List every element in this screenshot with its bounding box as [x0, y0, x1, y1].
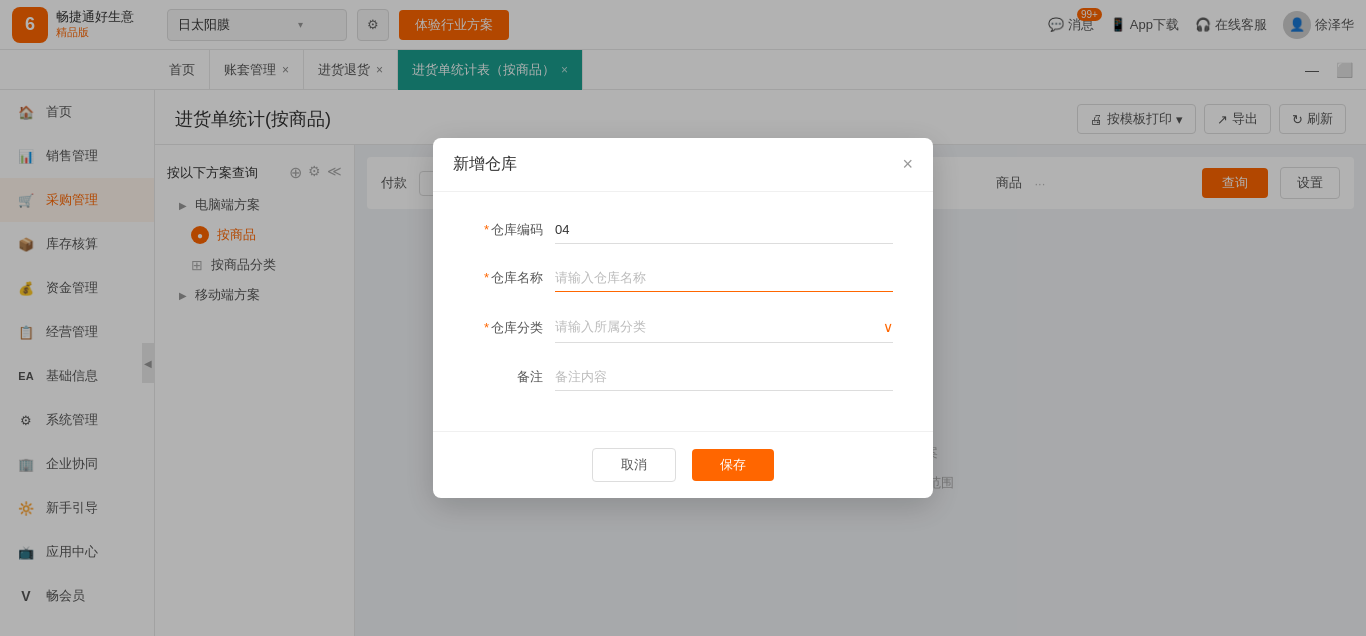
- modal-footer: 取消 保存: [433, 431, 933, 498]
- warehouse-code-label: *仓库编码: [473, 221, 543, 239]
- warehouse-name-label: *仓库名称: [473, 269, 543, 287]
- modal-close-button[interactable]: ×: [902, 154, 913, 175]
- new-warehouse-modal: 新增仓库 × *仓库编码 *仓库名称 *仓库分类: [433, 138, 933, 498]
- modal-overlay[interactable]: 新增仓库 × *仓库编码 *仓库名称 *仓库分类: [0, 0, 1366, 636]
- save-button[interactable]: 保存: [692, 449, 774, 481]
- form-row-name: *仓库名称: [473, 264, 893, 292]
- modal-header: 新增仓库 ×: [433, 138, 933, 192]
- warehouse-category-placeholder: 请输入所属分类: [555, 318, 646, 336]
- warehouse-category-arrow: ∨: [883, 319, 893, 335]
- warehouse-code-input[interactable]: [555, 216, 893, 244]
- warehouse-name-input[interactable]: [555, 264, 893, 292]
- form-row-remark: 备注: [473, 363, 893, 391]
- warehouse-category-label: *仓库分类: [473, 319, 543, 337]
- required-mark-code: *: [484, 222, 489, 237]
- form-row-code: *仓库编码: [473, 216, 893, 244]
- cancel-button[interactable]: 取消: [592, 448, 676, 482]
- remark-label: 备注: [473, 368, 543, 386]
- remark-input[interactable]: [555, 363, 893, 391]
- form-row-category: *仓库分类 请输入所属分类 ∨: [473, 312, 893, 343]
- warehouse-category-select[interactable]: 请输入所属分类 ∨: [555, 312, 893, 343]
- required-mark-name: *: [484, 270, 489, 285]
- required-mark-category: *: [484, 320, 489, 335]
- modal-body: *仓库编码 *仓库名称 *仓库分类 请输入所属分类 ∨: [433, 192, 933, 431]
- modal-title: 新增仓库: [453, 154, 517, 175]
